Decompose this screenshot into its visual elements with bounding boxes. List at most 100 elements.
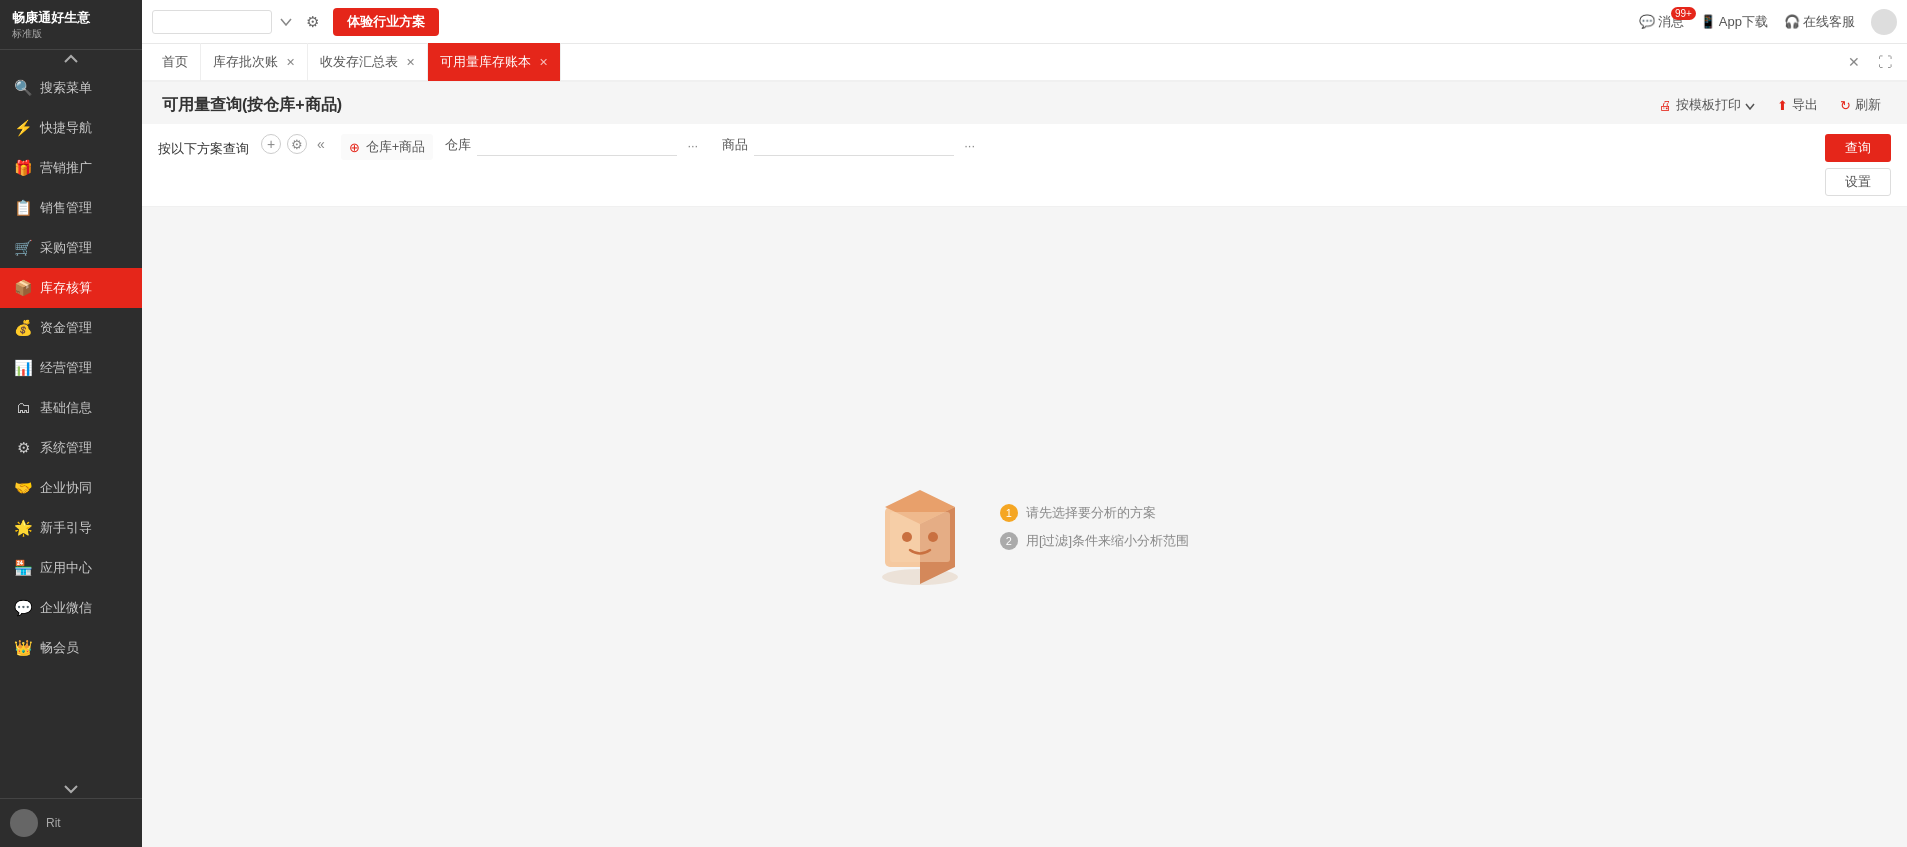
sidebar-item-newbie[interactable]: 🌟 新手引导 — [0, 508, 142, 548]
sidebar-item-system[interactable]: ⚙ 系统管理 — [0, 428, 142, 468]
print-label: 按模板打印 — [1676, 96, 1741, 114]
warehouse-more-btn[interactable]: ··· — [683, 136, 702, 155]
user-area[interactable] — [1871, 9, 1897, 35]
sidebar-item-shortcut[interactable]: ⚡ 快捷导航 — [0, 108, 142, 148]
tab-batch-label: 库存批次账 — [213, 53, 278, 71]
sidebar-item-label: 畅会员 — [40, 639, 79, 657]
main-area: ⚙ 体验行业方案 💬 消息 99+ 📱 App下载 🎧 在线客服 — [142, 0, 1907, 847]
store-icon: 🏪 — [14, 559, 32, 577]
sidebar-item-label: 采购管理 — [40, 239, 92, 257]
hint-1: 1 请先选择要分析的方案 — [1000, 504, 1189, 522]
tab-available[interactable]: 可用量库存账本 ✕ — [428, 43, 561, 81]
sidebar-item-sales[interactable]: 📋 销售管理 — [0, 188, 142, 228]
sidebar-item-operation[interactable]: 📊 经营管理 — [0, 348, 142, 388]
scheme-icon: ⊕ — [349, 140, 360, 155]
tab-batch[interactable]: 库存批次账 ✕ — [201, 43, 308, 81]
topbar-right: 💬 消息 99+ 📱 App下载 🎧 在线客服 — [1639, 9, 1897, 35]
sidebar-item-purchase[interactable]: 🛒 采购管理 — [0, 228, 142, 268]
sidebar-item-enterprise[interactable]: 🤝 企业协同 — [0, 468, 142, 508]
sidebar-item-finance[interactable]: 💰 资金管理 — [0, 308, 142, 348]
tab-batch-close[interactable]: ✕ — [286, 56, 295, 69]
sidebar-item-label: 企业微信 — [40, 599, 92, 617]
tab-home[interactable]: 首页 — [150, 43, 201, 81]
sidebar-scroll-down[interactable] — [0, 780, 142, 798]
manage-scheme-btn[interactable]: ⚙ — [287, 134, 307, 154]
tabs-bar: 首页 库存批次账 ✕ 收发存汇总表 ✕ 可用量库存账本 ✕ ✕ ⛶ — [142, 44, 1907, 82]
goods-input[interactable] — [754, 134, 954, 156]
goods-label: 商品 — [722, 136, 748, 154]
user-avatar — [10, 809, 38, 837]
sidebar-header: 畅康通好生意 标准版 — [0, 0, 142, 50]
warehouse-input[interactable] — [477, 134, 677, 156]
filter-fields: 仓库 ··· 商品 ··· — [445, 134, 1813, 156]
message-btn[interactable]: 💬 消息 99+ — [1639, 13, 1684, 31]
sidebar-item-appstore[interactable]: 🏪 应用中心 — [0, 548, 142, 588]
sidebar-item-member[interactable]: 👑 畅会员 — [0, 628, 142, 668]
export-btn[interactable]: ⬆ 导出 — [1771, 94, 1824, 116]
add-scheme-btn[interactable]: + — [261, 134, 281, 154]
empty-svg — [860, 472, 980, 592]
handshake-icon: 🤝 — [14, 479, 32, 497]
sidebar-item-label: 搜索菜单 — [40, 79, 92, 97]
warehouse-label: 仓库 — [445, 136, 471, 154]
hint-1-text: 请先选择要分析的方案 — [1026, 504, 1156, 522]
headset-icon: 🎧 — [1784, 14, 1800, 29]
scheme-item-warehouse-goods[interactable]: ⊕ 仓库+商品 — [341, 134, 434, 160]
topbar-search-input[interactable] — [152, 10, 272, 34]
sidebar-item-marketing[interactable]: 🎁 营销推广 — [0, 148, 142, 188]
sidebar-item-search[interactable]: 🔍 搜索菜单 — [0, 68, 142, 108]
sidebar-item-basic[interactable]: 🗂 基础信息 — [0, 388, 142, 428]
sidebar-item-inventory[interactable]: 📦 库存核算 — [0, 268, 142, 308]
query-area: 按以下方案查询 + ⚙ « ⊕ 仓库+商品 仓库 ··· 商品 · — [142, 124, 1907, 207]
svg-point-5 — [902, 532, 912, 542]
topbar-search-area: ⚙ — [152, 10, 325, 34]
topbar-dropdown-btn[interactable] — [276, 12, 296, 31]
settings-btn[interactable]: 设置 — [1825, 168, 1891, 196]
tab-available-close[interactable]: ✕ — [539, 56, 548, 69]
empty-illustration — [860, 472, 970, 582]
brand-tag: 标准版 — [12, 27, 130, 41]
hint-2: 2 用[过滤]条件来缩小分析范围 — [1000, 532, 1189, 550]
message-badge: 99+ — [1671, 7, 1696, 20]
files-icon: 🗂 — [14, 399, 32, 417]
user-name: Rit — [46, 816, 61, 830]
sidebar-item-label: 企业协同 — [40, 479, 92, 497]
star-icon: 🌟 — [14, 519, 32, 537]
online-service-btn[interactable]: 🎧 在线客服 — [1784, 13, 1855, 31]
sidebar-item-label: 新手引导 — [40, 519, 92, 537]
empty-texts: 1 请先选择要分析的方案 2 用[过滤]条件来缩小分析范围 — [1000, 504, 1189, 550]
query-actions: 查询 设置 — [1825, 134, 1891, 196]
tab-expand-btn[interactable]: ⛶ — [1871, 51, 1899, 73]
topbar: ⚙ 体验行业方案 💬 消息 99+ 📱 App下载 🎧 在线客服 — [142, 0, 1907, 44]
print-icon: 🖨 — [1659, 98, 1672, 113]
print-dropdown-icon[interactable] — [1745, 98, 1755, 113]
scheme-item-label: 仓库+商品 — [366, 138, 426, 156]
inventory-icon: 📦 — [14, 279, 32, 297]
sidebar: 畅康通好生意 标准版 🔍 搜索菜单 ⚡ 快捷导航 🎁 营销推广 📋 销售管理 🛒… — [0, 0, 142, 847]
sidebar-item-wechat[interactable]: 💬 企业微信 — [0, 588, 142, 628]
refresh-btn[interactable]: ↻ 刷新 — [1834, 94, 1887, 116]
print-btn[interactable]: 🖨 按模板打印 — [1653, 94, 1761, 116]
topbar-gear-btn[interactable]: ⚙ — [300, 11, 325, 33]
sidebar-item-label: 销售管理 — [40, 199, 92, 217]
filter-goods: 商品 ··· — [722, 134, 979, 156]
tab-available-label: 可用量库存账本 — [440, 53, 531, 71]
sidebar-item-label: 基础信息 — [40, 399, 92, 417]
collapse-sidebar-btn[interactable]: « — [313, 134, 329, 154]
tab-summary[interactable]: 收发存汇总表 ✕ — [308, 43, 428, 81]
sidebar-scroll-up[interactable] — [0, 50, 142, 68]
search-icon: 🔍 — [14, 79, 32, 97]
exp-industry-btn[interactable]: 体验行业方案 — [333, 8, 439, 36]
chart-icon: 📊 — [14, 359, 32, 377]
tabs-end-btns: ✕ ⛶ — [1841, 51, 1899, 73]
goods-more-btn[interactable]: ··· — [960, 136, 979, 155]
hint-2-text: 用[过滤]条件来缩小分析范围 — [1026, 532, 1189, 550]
app-download-btn[interactable]: 📱 App下载 — [1700, 13, 1768, 31]
sidebar-footer: Rit — [0, 798, 142, 847]
money-icon: 💰 — [14, 319, 32, 337]
tab-close-current-btn[interactable]: ✕ — [1841, 51, 1867, 73]
tab-summary-close[interactable]: ✕ — [406, 56, 415, 69]
query-btn[interactable]: 查询 — [1825, 134, 1891, 162]
tab-home-label: 首页 — [162, 53, 188, 71]
refresh-icon: ↻ — [1840, 98, 1851, 113]
